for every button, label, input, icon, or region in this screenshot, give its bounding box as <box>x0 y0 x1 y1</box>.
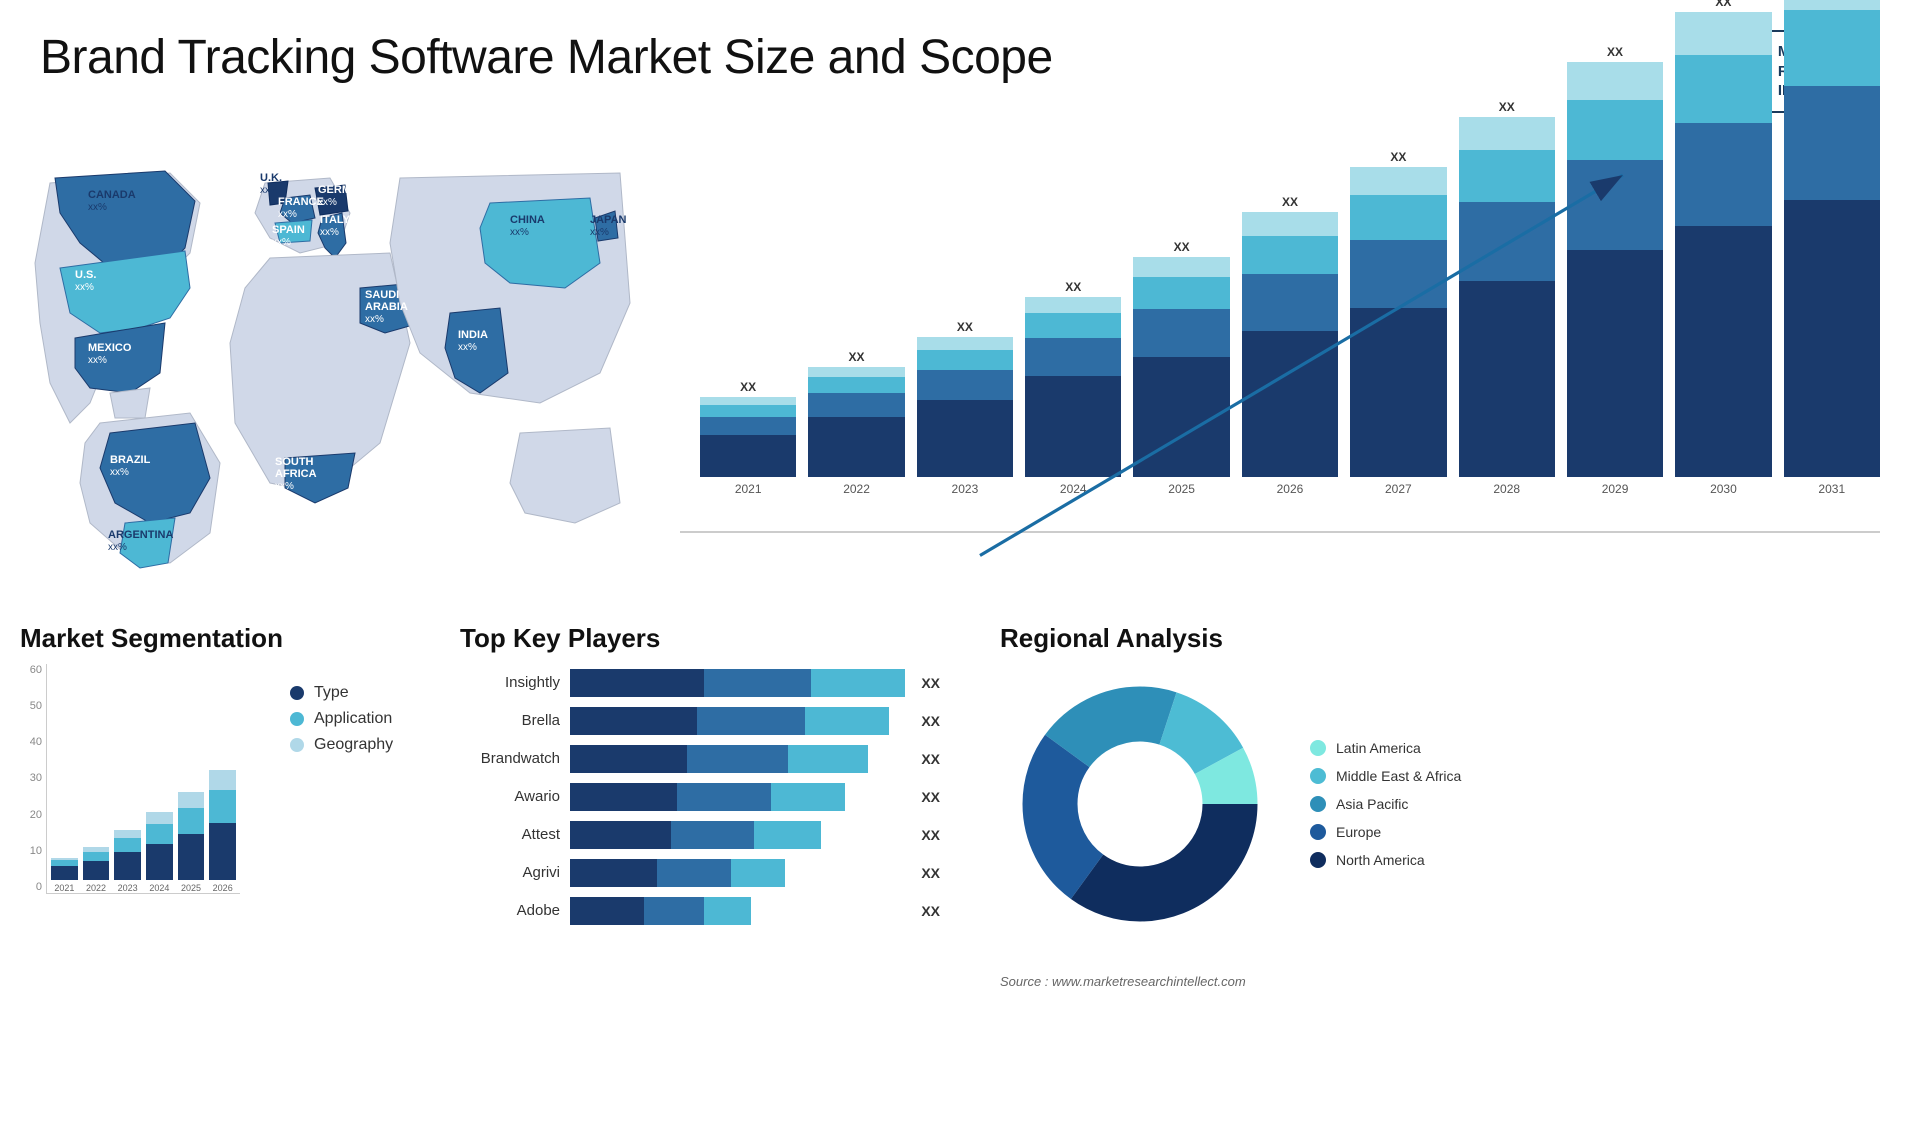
bottom-section: Market Segmentation 60 50 40 30 20 10 0 <box>0 603 1920 1133</box>
donut-chart-container: Latin America Middle East & Africa Asia … <box>1000 664 1900 944</box>
bar-xx-2021: XX <box>740 380 756 394</box>
legend-mea-color <box>1310 768 1326 784</box>
svg-text:xx%: xx% <box>275 481 294 492</box>
svg-text:xx%: xx% <box>590 227 609 238</box>
segmentation-title: Market Segmentation <box>20 623 400 654</box>
svg-text:xx%: xx% <box>260 185 279 196</box>
world-map: CANADA xx% U.S. xx% MEXICO xx% BRAZIL xx… <box>20 123 640 583</box>
player-row-attest: Attest XX <box>460 821 940 849</box>
legend-middle-east-africa: Middle East & Africa <box>1310 768 1461 784</box>
svg-text:CHINA: CHINA <box>510 214 545 226</box>
player-xx-insightly: XX <box>921 675 940 691</box>
player-name-awario: Awario <box>460 788 560 805</box>
svg-text:xx%: xx% <box>318 197 337 208</box>
svg-text:SPAIN: SPAIN <box>272 224 305 236</box>
legend-type-label: Type <box>314 684 349 702</box>
top-content: CANADA xx% U.S. xx% MEXICO xx% BRAZIL xx… <box>0 123 1920 603</box>
player-row-adobe: Adobe XX <box>460 897 940 925</box>
player-xx-agrivi: XX <box>921 865 940 881</box>
player-xx-brella: XX <box>921 713 940 729</box>
legend-application-label: Application <box>314 710 392 728</box>
source-text: Source : www.marketresearchintellect.com <box>1000 944 1900 989</box>
svg-text:xx%: xx% <box>88 355 107 366</box>
player-xx-attest: XX <box>921 827 940 843</box>
svg-text:xx%: xx% <box>110 467 129 478</box>
svg-text:U.S.: U.S. <box>75 269 96 281</box>
player-name-attest: Attest <box>460 826 560 843</box>
legend-type-dot <box>290 686 304 700</box>
regional-title: Regional Analysis <box>1000 623 1900 654</box>
regional-section: Regional Analysis Latin America <box>960 623 1900 1133</box>
player-name-agrivi: Agrivi <box>460 864 560 881</box>
svg-text:U.K.: U.K. <box>260 172 282 184</box>
player-name-brella: Brella <box>460 712 560 729</box>
legend-asia-pacific: Asia Pacific <box>1310 796 1461 812</box>
legend-application: Application <box>290 710 393 728</box>
svg-text:JAPAN: JAPAN <box>590 214 627 226</box>
svg-text:SAUDI: SAUDI <box>365 289 399 301</box>
legend-geography-dot <box>290 738 304 752</box>
svg-text:xx%: xx% <box>458 342 477 353</box>
legend-latin-america-label: Latin America <box>1336 740 1421 756</box>
donut-legend: Latin America Middle East & Africa Asia … <box>1310 740 1461 868</box>
legend-latin-america: Latin America <box>1310 740 1461 756</box>
segmentation-legend: Type Application Geography <box>290 684 393 754</box>
svg-text:xx%: xx% <box>108 542 127 553</box>
svg-text:ARGENTINA: ARGENTINA <box>108 529 173 541</box>
legend-mea-label: Middle East & Africa <box>1336 768 1461 784</box>
player-row-agrivi: Agrivi XX <box>460 859 940 887</box>
svg-text:xx%: xx% <box>88 202 107 213</box>
chart-section: // Will render via JS after DOM ready XX… <box>640 123 1900 603</box>
svg-text:xx%: xx% <box>365 314 384 325</box>
donut-chart <box>1000 664 1280 944</box>
legend-europe: Europe <box>1310 824 1461 840</box>
svg-text:xx%: xx% <box>320 227 339 238</box>
svg-text:ARABIA: ARABIA <box>365 301 408 313</box>
legend-apac-color <box>1310 796 1326 812</box>
player-row-brella: Brella XX <box>460 707 940 735</box>
map-section: CANADA xx% U.S. xx% MEXICO xx% BRAZIL xx… <box>20 123 640 603</box>
players-title: Top Key Players <box>460 623 940 654</box>
svg-text:MEXICO: MEXICO <box>88 342 132 354</box>
legend-apac-label: Asia Pacific <box>1336 796 1408 812</box>
legend-application-dot <box>290 712 304 726</box>
player-xx-brandwatch: XX <box>921 751 940 767</box>
svg-text:AFRICA: AFRICA <box>275 468 317 480</box>
segmentation-section: Market Segmentation 60 50 40 30 20 10 0 <box>20 623 400 1133</box>
svg-text:FRANCE: FRANCE <box>278 196 324 208</box>
svg-text:xx%: xx% <box>510 227 529 238</box>
svg-text:xx%: xx% <box>272 237 291 248</box>
year-2021: 2021 <box>735 482 762 496</box>
legend-latin-america-color <box>1310 740 1326 756</box>
svg-text:BRAZIL: BRAZIL <box>110 454 151 466</box>
svg-text:GERMANY: GERMANY <box>318 184 375 196</box>
legend-geography: Geography <box>290 736 393 754</box>
player-xx-awario: XX <box>921 789 940 805</box>
legend-europe-color <box>1310 824 1326 840</box>
legend-na-color <box>1310 852 1326 868</box>
players-section: Top Key Players Insightly XX Brella <box>420 623 940 1133</box>
svg-text:SOUTH: SOUTH <box>275 456 314 468</box>
svg-text:xx%: xx% <box>75 282 94 293</box>
legend-north-america: North America <box>1310 852 1461 868</box>
legend-europe-label: Europe <box>1336 824 1381 840</box>
legend-geography-label: Geography <box>314 736 393 754</box>
player-xx-adobe: XX <box>921 903 940 919</box>
player-row-insightly: Insightly XX <box>460 669 940 697</box>
svg-text:ITALY: ITALY <box>320 214 351 226</box>
svg-text:CANADA: CANADA <box>88 189 136 201</box>
player-name-brandwatch: Brandwatch <box>460 750 560 767</box>
svg-text:INDIA: INDIA <box>458 329 488 341</box>
player-row-awario: Awario XX <box>460 783 940 811</box>
player-name-insightly: Insightly <box>460 674 560 691</box>
legend-na-label: North America <box>1336 852 1425 868</box>
svg-text:xx%: xx% <box>278 209 297 220</box>
player-row-brandwatch: Brandwatch XX <box>460 745 940 773</box>
legend-type: Type <box>290 684 393 702</box>
page-title: Brand Tracking Software Market Size and … <box>40 30 1053 85</box>
player-name-adobe: Adobe <box>460 902 560 919</box>
